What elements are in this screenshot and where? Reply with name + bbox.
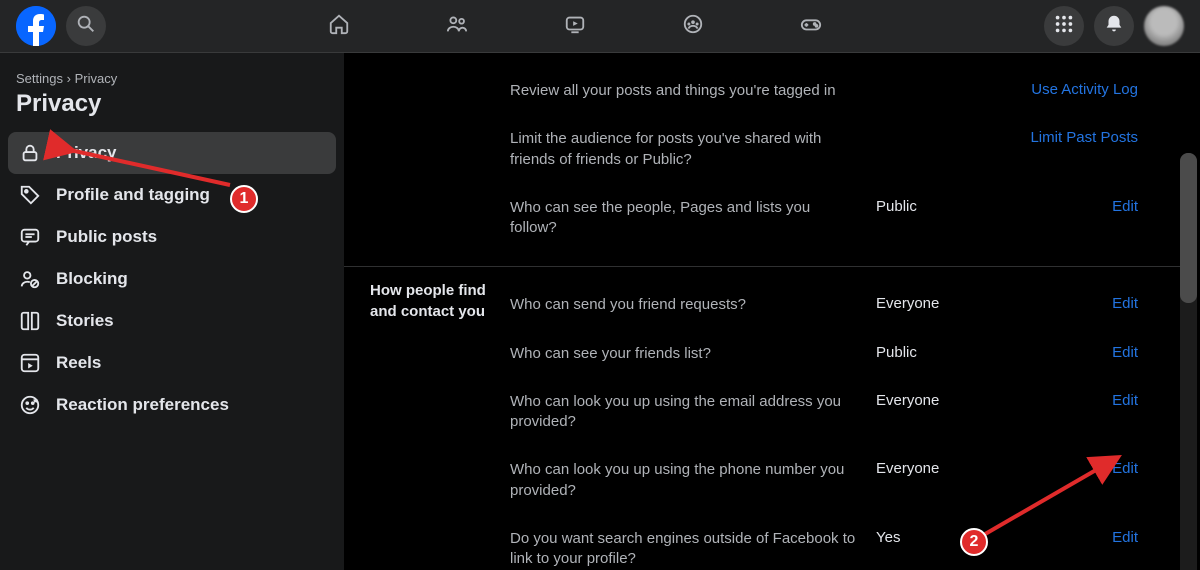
setting-row: Limit the audience for posts you've shar… xyxy=(510,115,1190,184)
sidebar-item-reels[interactable]: Reels xyxy=(8,342,336,384)
edit-link-phone[interactable]: Edit xyxy=(1112,460,1138,477)
chat-icon xyxy=(18,225,42,249)
sidebar-item-label: Stories xyxy=(56,311,114,331)
sidebar-item-label: Reels xyxy=(56,353,101,373)
setting-value: Public xyxy=(876,344,1006,361)
annotation-badge-1: 1 xyxy=(230,185,258,213)
setting-desc: Limit the audience for posts you've shar… xyxy=(510,129,860,170)
lock-icon xyxy=(18,141,42,165)
nav-friends[interactable] xyxy=(433,2,481,50)
settings-sidebar: Settings › Privacy Privacy Privacy Profi… xyxy=(0,53,344,570)
sidebar-item-blocking[interactable]: Blocking xyxy=(8,258,336,300)
tag-icon xyxy=(18,183,42,207)
book-icon xyxy=(18,309,42,333)
bell-icon xyxy=(1103,13,1125,40)
setting-desc: Who can see your friends list? xyxy=(510,344,860,364)
sidebar-item-label: Reaction preferences xyxy=(56,395,229,415)
edit-link[interactable]: Edit xyxy=(1112,529,1138,546)
section-label-find-contact: How people find and contact you xyxy=(344,281,510,570)
use-activity-log-link[interactable]: Use Activity Log xyxy=(1031,81,1138,98)
notifications-button[interactable] xyxy=(1094,6,1134,46)
edit-link[interactable]: Edit xyxy=(1112,198,1138,215)
video-icon xyxy=(564,13,586,40)
breadcrumb: Settings › Privacy xyxy=(8,63,336,88)
setting-row: Who can see your friends list? Public Ed… xyxy=(510,330,1190,378)
facebook-logo[interactable] xyxy=(16,6,56,46)
setting-value: Public xyxy=(876,198,1006,215)
setting-row: Who can see the people, Pages and lists … xyxy=(510,184,1190,253)
nav-groups[interactable] xyxy=(669,2,717,50)
setting-desc: Review all your posts and things you're … xyxy=(510,81,860,101)
section-label-activity xyxy=(344,67,510,252)
limit-past-posts-link[interactable]: Limit Past Posts xyxy=(1030,129,1138,146)
block-icon xyxy=(18,267,42,291)
sidebar-item-label: Blocking xyxy=(56,269,128,289)
nav-home[interactable] xyxy=(315,2,363,50)
sidebar-item-reaction-prefs[interactable]: Reaction preferences xyxy=(8,384,336,426)
settings-main: Review all your posts and things you're … xyxy=(344,53,1200,570)
setting-desc: Who can see the people, Pages and lists … xyxy=(510,198,860,239)
setting-row: Do you want search engines outside of Fa… xyxy=(510,515,1190,570)
annotation-badge-2: 2 xyxy=(960,528,988,556)
setting-value: Everyone xyxy=(876,460,1006,477)
page-title: Privacy xyxy=(8,88,336,132)
setting-row: Who can send you friend requests? Everyo… xyxy=(510,281,1190,329)
sidebar-item-stories[interactable]: Stories xyxy=(8,300,336,342)
reaction-icon xyxy=(18,393,42,417)
scrollbar-thumb[interactable] xyxy=(1180,153,1197,303)
home-icon xyxy=(328,13,350,40)
sidebar-item-label: Public posts xyxy=(56,227,157,247)
setting-desc: Do you want search engines outside of Fa… xyxy=(510,529,860,570)
friends-icon xyxy=(446,13,468,40)
breadcrumb-sep: › xyxy=(67,71,71,86)
setting-row: Review all your posts and things you're … xyxy=(510,67,1190,115)
gaming-icon xyxy=(800,13,822,40)
reels-icon xyxy=(18,351,42,375)
search-button[interactable] xyxy=(66,6,106,46)
sidebar-item-profile-tagging[interactable]: Profile and tagging xyxy=(8,174,336,216)
top-navbar xyxy=(0,0,1200,53)
breadcrumb-root[interactable]: Settings xyxy=(16,71,63,86)
sidebar-item-label: Privacy xyxy=(56,143,117,163)
edit-link[interactable]: Edit xyxy=(1112,295,1138,312)
setting-desc: Who can look you up using the phone numb… xyxy=(510,460,860,501)
edit-link[interactable]: Edit xyxy=(1112,344,1138,361)
menu-button[interactable] xyxy=(1044,6,1084,46)
setting-desc: Who can look you up using the email addr… xyxy=(510,392,860,433)
grid-icon xyxy=(1053,13,1075,40)
setting-row: Who can look you up using the email addr… xyxy=(510,378,1190,447)
sidebar-item-privacy[interactable]: Privacy xyxy=(8,132,336,174)
nav-watch[interactable] xyxy=(551,2,599,50)
setting-row: Who can look you up using the phone numb… xyxy=(510,446,1190,515)
account-avatar[interactable] xyxy=(1144,6,1184,46)
nav-gaming[interactable] xyxy=(787,2,835,50)
breadcrumb-leaf: Privacy xyxy=(75,71,118,86)
search-icon xyxy=(75,13,97,40)
sidebar-item-public-posts[interactable]: Public posts xyxy=(8,216,336,258)
edit-link[interactable]: Edit xyxy=(1112,392,1138,409)
groups-icon xyxy=(682,13,704,40)
setting-value: Everyone xyxy=(876,392,1006,409)
sidebar-item-label: Profile and tagging xyxy=(56,185,210,205)
setting-desc: Who can send you friend requests? xyxy=(510,295,860,315)
setting-value: Everyone xyxy=(876,295,1006,312)
